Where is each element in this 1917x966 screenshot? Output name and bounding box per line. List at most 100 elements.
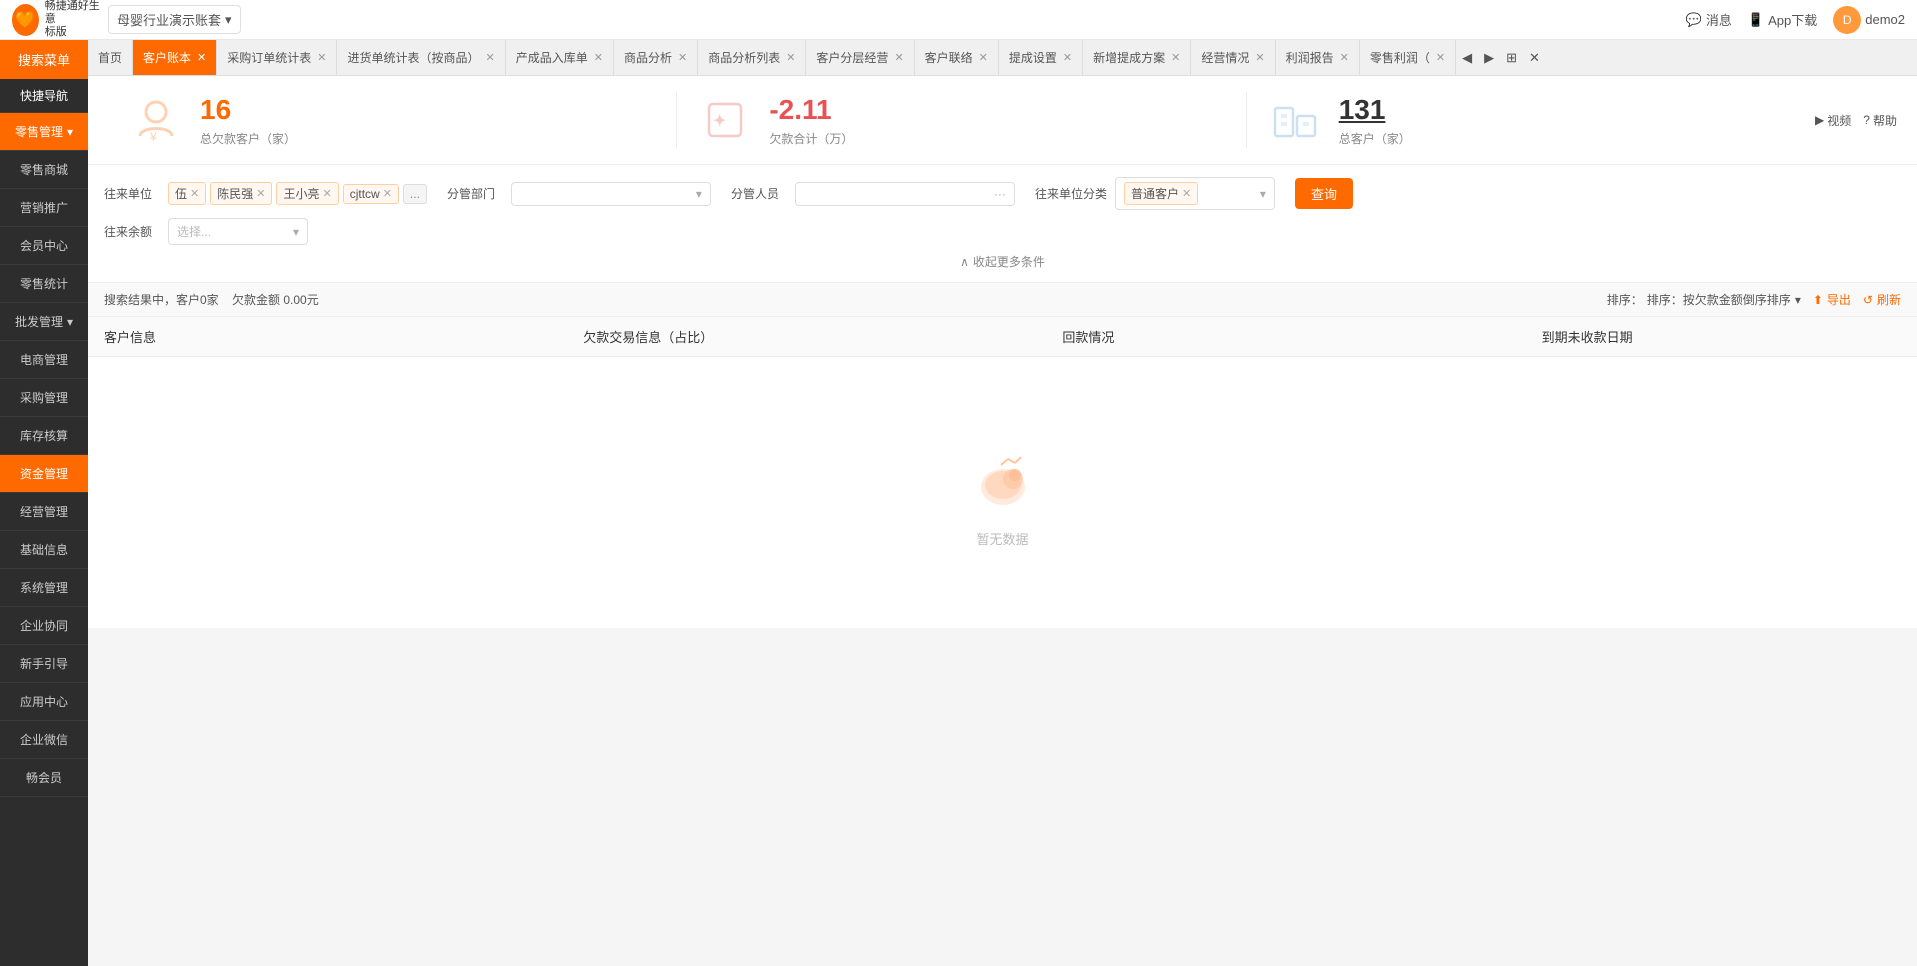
close-icon[interactable]: ✕ (786, 51, 795, 64)
tab-cost-inbound[interactable]: 产成品入库单 ✕ (506, 40, 614, 76)
unit-tag-wu: 伍 ✕ (168, 182, 206, 205)
message-btn[interactable]: 💬 消息 (1686, 10, 1732, 29)
unit-class-select[interactable]: 普通客户 ✕ (1115, 177, 1275, 210)
tab-menu[interactable]: ⊞ (1500, 40, 1523, 76)
mobile-icon: 📱 (1748, 12, 1764, 28)
sidebar-item-enterprise-wechat[interactable]: 企业微信 (0, 721, 88, 759)
chevron-down-icon: ▾ (67, 315, 73, 329)
sidebar-item-retail-manage[interactable]: 零售管理 ▾ (0, 113, 88, 151)
export-btn[interactable]: ⬆ 导出 (1813, 291, 1851, 308)
export-icon: ⬆ (1813, 293, 1823, 307)
sidebar-item-retail-stat[interactable]: 零售统计 (0, 265, 88, 303)
help-btn[interactable]: ? 帮助 (1863, 112, 1897, 129)
unit-tags: 伍 ✕ 陈民强 ✕ 王小亮 ✕ cjttcw ✕ (168, 182, 427, 205)
balance-select[interactable]: 选择... (168, 218, 308, 245)
tab-product-analysis-list[interactable]: 商品分析列表 ✕ (698, 40, 806, 76)
tab-close-all[interactable]: ✕ (1523, 40, 1546, 76)
help-icon: ? (1863, 113, 1870, 127)
tab-bar: 首页 客户账本 ✕ 采购订单统计表 ✕ 进货单统计表（按商品） ✕ 产成品入库单… (88, 40, 1917, 76)
close-icon[interactable]: ✕ (1171, 51, 1180, 64)
sidebar-item-retail-mall[interactable]: 零售商城 (0, 151, 88, 189)
unit-tag-wang-close[interactable]: ✕ (322, 187, 331, 200)
tab-scroll-right[interactable]: ▶ (1478, 40, 1500, 76)
empty-icon (963, 437, 1043, 517)
table-col-customer: 客户信息 (104, 327, 583, 346)
tab-biz-situation[interactable]: 经营情况 ✕ (1191, 40, 1275, 76)
sidebar-item-marketing[interactable]: 营销推广 (0, 189, 88, 227)
tab-customer-tier[interactable]: 客户分层经营 ✕ (806, 40, 914, 76)
video-btn[interactable]: ▶ 视频 (1815, 112, 1851, 129)
sidebar-item-capital-manage[interactable]: 资金管理 (0, 455, 88, 493)
sidebar-search[interactable]: 搜索菜单 (0, 40, 88, 79)
sidebar-item-member-center[interactable]: 会员中心 (0, 227, 88, 265)
sidebar-item-enterprise-coop[interactable]: 企业协同 (0, 607, 88, 645)
tab-profit-report[interactable]: 利润报告 ✕ (1276, 40, 1360, 76)
sidebar-item-purchase-manage[interactable]: 采购管理 (0, 379, 88, 417)
sidebar-item-ops-manage[interactable]: 经营管理 (0, 493, 88, 531)
close-icon[interactable]: ✕ (197, 51, 206, 64)
tab-new-raise-plan[interactable]: 新增提成方案 ✕ (1083, 40, 1191, 76)
tab-raise-settings[interactable]: 提成设置 ✕ (999, 40, 1083, 76)
chevron-down-icon (1260, 187, 1266, 201)
close-icon[interactable]: ✕ (1340, 51, 1349, 64)
close-icon[interactable]: ✕ (486, 51, 495, 64)
close-icon[interactable]: ✕ (317, 51, 326, 64)
sidebar-item-sys-manage[interactable]: 系统管理 (0, 569, 88, 607)
unit-tag-more[interactable]: ... (403, 184, 427, 204)
chevron-down-icon (1795, 293, 1801, 307)
sort-select[interactable]: 排序： 排序：按欠款金额倒序排序 (1607, 291, 1801, 308)
tab-scroll-left[interactable]: ◀ (1456, 40, 1478, 76)
close-icon[interactable]: ✕ (894, 51, 903, 64)
unit-tag-cjttcw-close[interactable]: ✕ (383, 187, 392, 200)
sidebar-item-basic-info[interactable]: 基础信息 (0, 531, 88, 569)
close-icon[interactable]: ✕ (1255, 51, 1264, 64)
balance-filter-label: 往来余额 (104, 223, 160, 240)
sidebar-item-batch-manage[interactable]: 批发管理 ▾ (0, 303, 88, 341)
total-customers-label: 总客户（家） (1339, 130, 1411, 147)
tenant-dropdown[interactable]: 母婴行业演示账套 (108, 5, 241, 34)
data-table: 客户信息 欠款交易信息（占比） 回款情况 到期未收款日期 (88, 317, 1917, 628)
tab-purchase-order-stat[interactable]: 采购订单统计表 ✕ (217, 40, 337, 76)
unit-tag-chen-close[interactable]: ✕ (256, 187, 265, 200)
close-icon[interactable]: ✕ (979, 51, 988, 64)
sidebar-item-ecom-manage[interactable]: 电商管理 (0, 341, 88, 379)
chevron-down-icon: ▾ (67, 125, 73, 139)
close-icon[interactable]: ✕ (594, 51, 603, 64)
filter-row-1: 往来单位 伍 ✕ 陈民强 ✕ 王小亮 ✕ (104, 177, 1901, 210)
dept-select[interactable] (511, 182, 711, 206)
debt-amount-label: 欠款合计（万） (769, 130, 853, 147)
query-button[interactable]: 查询 (1295, 178, 1353, 209)
close-icon[interactable]: ✕ (678, 51, 687, 64)
avatar: D (1833, 6, 1861, 34)
tab-inbound-stat[interactable]: 进货单统计表（按商品） ✕ (337, 40, 505, 76)
debt-customers-label: 总欠款客户（家） (200, 130, 296, 147)
sidebar-item-inventory[interactable]: 库存核算 (0, 417, 88, 455)
debt-customers-icon: ¥ (128, 92, 184, 148)
close-icon[interactable]: ✕ (1063, 51, 1072, 64)
logo-area: 🧡 畅捷通好生意 标版 (12, 0, 100, 39)
app-download-btn[interactable]: 📱 App下载 (1748, 10, 1817, 29)
close-icon[interactable]: ✕ (1436, 51, 1445, 64)
logo-icon: 🧡 (12, 4, 39, 36)
user-avatar-area[interactable]: D demo2 (1833, 6, 1905, 34)
header-left: 🧡 畅捷通好生意 标版 母婴行业演示账套 (12, 0, 241, 39)
sidebar-item-new-guide[interactable]: 新手引导 (0, 645, 88, 683)
refresh-btn[interactable]: ↺ 刷新 (1863, 291, 1901, 308)
chevron-up-icon: ∧ (960, 255, 969, 269)
sidebar-nav-quick[interactable]: 快捷导航 (0, 79, 88, 113)
tab-customer-contact[interactable]: 客户联络 ✕ (915, 40, 999, 76)
tab-home[interactable]: 首页 (88, 40, 133, 76)
tab-customer-account[interactable]: 客户账本 ✕ (133, 40, 217, 76)
unit-tag-wu-close[interactable]: ✕ (190, 187, 199, 200)
tab-retail-profit[interactable]: 零售利润（ ✕ (1360, 40, 1456, 76)
sidebar-item-vip-member[interactable]: 畅会员 (0, 759, 88, 797)
unit-class-tag-close[interactable]: ✕ (1182, 187, 1191, 200)
tab-product-analysis[interactable]: 商品分析 ✕ (614, 40, 698, 76)
unit-class-label: 往来单位分类 (1035, 185, 1107, 202)
sidebar: 搜索菜单 快捷导航 零售管理 ▾ 零售商城 营销推广 会员中心 零售统计 批发管… (0, 40, 88, 966)
stats-row: ¥ 16 总欠款客户（家） ✦ (88, 76, 1917, 165)
collapse-btn[interactable]: ∧ 收起更多条件 (104, 253, 1901, 270)
person-select[interactable]: ··· (795, 182, 1015, 206)
sidebar-item-app-center[interactable]: 应用中心 (0, 683, 88, 721)
total-customers-icon (1267, 92, 1323, 148)
